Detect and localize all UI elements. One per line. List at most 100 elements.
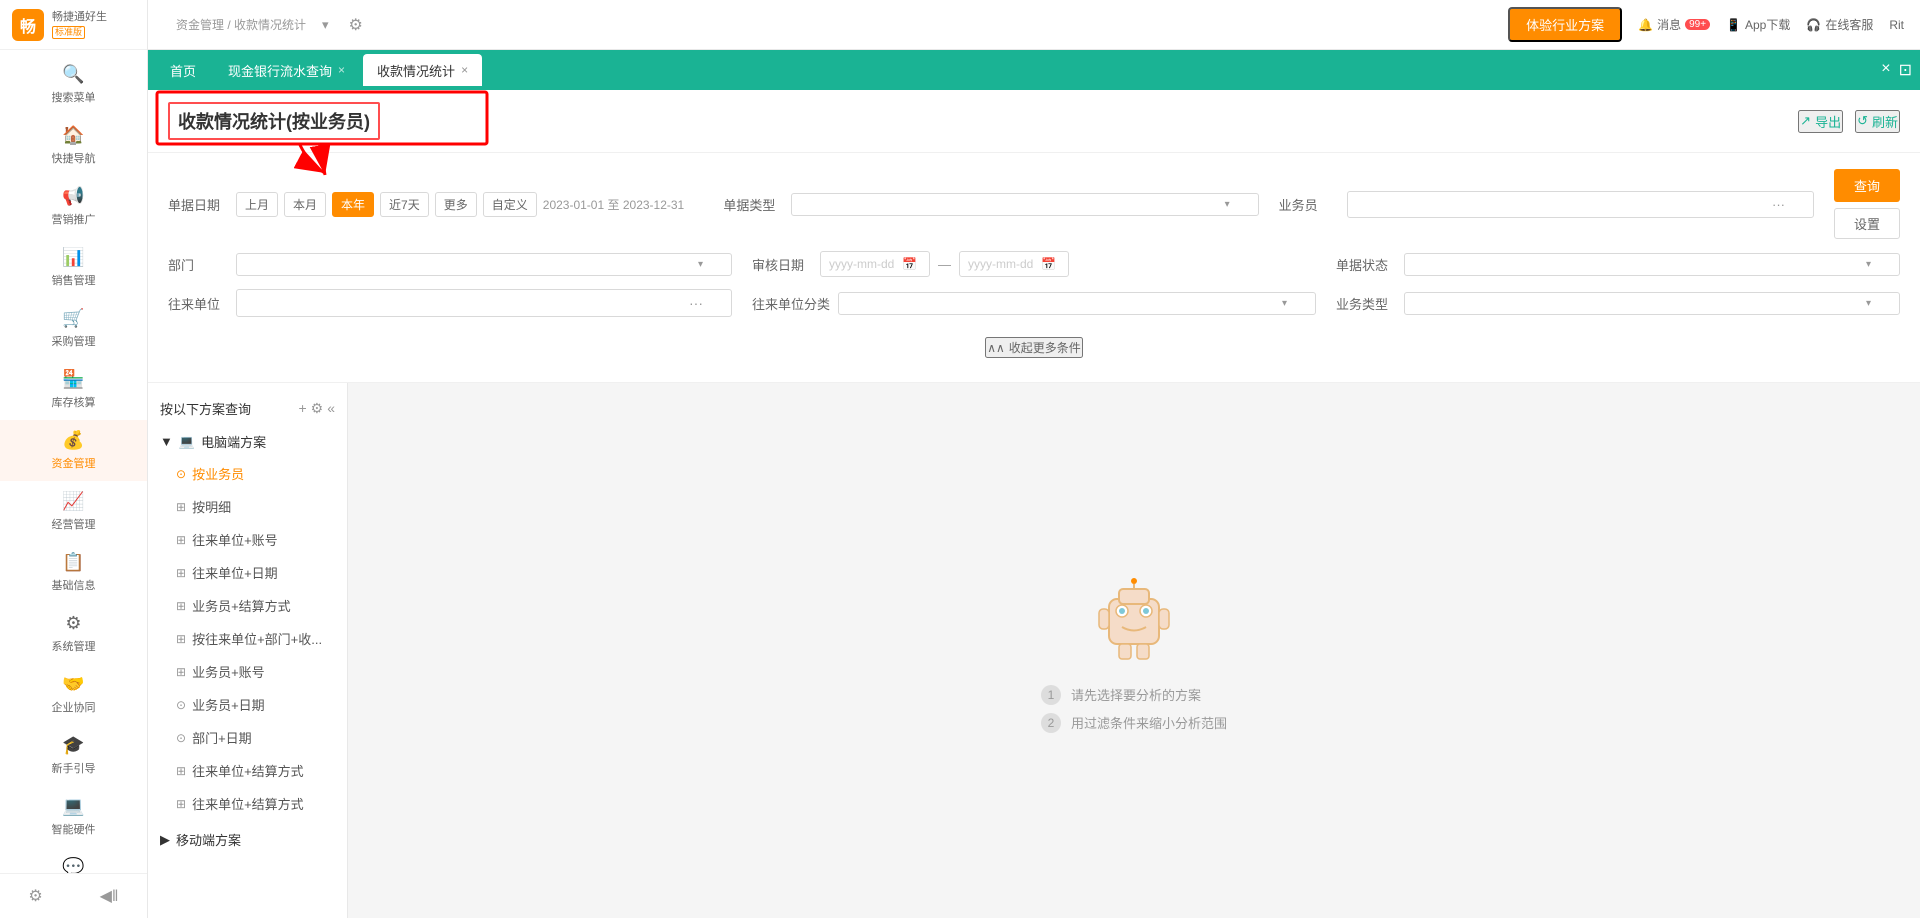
review-from-placeholder: yyyy-mm-dd [829,257,894,271]
wechat-icon: 💬 [62,857,84,873]
date-btn-7days[interactable]: 近7天 [380,192,429,217]
left-panel: 按以下方案查询 + ⚙ « ▼ 💻 电脑端方案 [148,383,348,918]
salesman-settle-icon: ⊞ [176,599,186,613]
empty-steps: 1 请先选择要分析的方案 2 用过滤条件来缩小分析范围 [1041,685,1227,733]
filter-counterpart-cat: 往来单位分类 ▾ [752,292,1316,315]
sidebar-item-search[interactable]: 🔍 搜索菜单 [0,54,147,115]
tab-receipt[interactable]: 收款情况统计 × [363,54,482,86]
tab-bank-label: 现金银行流水查询 [228,61,332,80]
date-btn-more[interactable]: 更多 [435,192,477,217]
date-btn-custom[interactable]: 自定义 [483,192,537,217]
sidebar-item-operations[interactable]: 📈 经营管理 [0,481,147,542]
settings-scheme-icon[interactable]: ⚙ [311,400,324,417]
sidebar-item-guide[interactable]: 🎓 新手引导 [0,725,147,786]
scheme-item-salesman-account[interactable]: ⊞ 业务员+账号 [148,655,347,688]
trial-btn[interactable]: 体验行业方案 [1508,7,1622,42]
settings-gear-icon[interactable]: ⚙ [349,15,363,35]
scheme-item-salesman-date[interactable]: ⊙ 业务员+日期 [148,688,347,721]
notification-btn[interactable]: 🔔 消息 99+ [1638,16,1710,33]
collapse-scheme-icon[interactable]: « [327,400,335,417]
page-title: 收款情况统计(按业务员) [168,102,380,140]
sidebar-item-system[interactable]: ⚙ 系统管理 [0,603,147,664]
scheme-group-desktop-title[interactable]: ▼ 💻 电脑端方案 [148,426,347,457]
sidebar-item-sales[interactable]: 📊 销售管理 [0,237,147,298]
filter-review-to[interactable]: yyyy-mm-dd 📅 [959,251,1069,277]
date-btn-last-month[interactable]: 上月 [236,192,278,217]
hardware-icon: 💻 [62,796,84,817]
filter-counterpart-cat-select[interactable]: ▾ [838,292,1316,315]
online-service-btn[interactable]: 🎧 在线客服 [1806,16,1873,33]
scheme-item-salesman-label: 按业务员 [192,464,244,483]
service-icon: 🎧 [1806,18,1821,32]
tab-bank[interactable]: 现金银行流水查询 × [214,54,359,86]
sidebar-item-enterprise[interactable]: 🤝 企业协同 [0,664,147,725]
review-to-placeholder: yyyy-mm-dd [968,257,1033,271]
tab-home[interactable]: 首页 [156,54,210,86]
tab-bank-close[interactable]: × [338,63,345,77]
date-btn-this-month[interactable]: 本月 [284,192,326,217]
filter-review-from[interactable]: yyyy-mm-dd 📅 [820,251,930,277]
dropdown-arrow[interactable]: ▾ [322,17,329,33]
dept-date-icon: ⊙ [176,731,186,745]
counterpart-cat-chevron-icon: ▾ [1282,298,1287,309]
tab-maximize-icon[interactable]: ⊡ [1899,60,1912,80]
export-icon: ↗ [1800,113,1811,129]
filter-salesman-select[interactable]: ··· [1347,191,1814,218]
scheme-item-detail-label: 按明细 [192,497,231,516]
counterpart-dots[interactable]: ··· [689,295,703,311]
settings-footer-icon[interactable]: ⚙ [24,882,46,910]
scheme-item-unit-dept-collect[interactable]: ⊞ 按往来单位+部门+收... [148,622,347,655]
scheme-item-unit-dept-label: 按往来单位+部门+收... [192,629,322,648]
right-main: 1 请先选择要分析的方案 2 用过滤条件来缩小分析范围 [348,383,1920,918]
app-download-btn[interactable]: 📱 App下载 [1726,16,1790,33]
sidebar-item-search-label: 搜索菜单 [52,89,96,105]
user-avatar[interactable]: Rit [1889,18,1904,32]
refresh-btn[interactable]: ↺ 刷新 [1855,110,1900,133]
collapse-sidebar-icon[interactable]: ◀‖ [96,882,123,910]
scheme-item-unit-date[interactable]: ⊞ 往来单位+日期 [148,556,347,589]
main-area: 资金管理 / 收款情况统计 ▾ ⚙ 体验行业方案 🔔 消息 99+ 📱 App下… [148,0,1920,918]
sidebar-item-basic[interactable]: 📋 基础信息 [0,542,147,603]
scheme-item-unit-account[interactable]: ⊞ 往来单位+账号 [148,523,347,556]
date-btn-this-year[interactable]: 本年 [332,192,374,217]
system-icon: ⚙ [65,613,81,634]
scheme-item-dept-date[interactable]: ⊙ 部门+日期 [148,721,347,754]
scheme-item-salesman-settle[interactable]: ⊞ 业务员+结算方式 [148,589,347,622]
tab-close-window-icon[interactable]: × [1881,60,1890,80]
sidebar-item-quicknav[interactable]: 🏠 快捷导航 [0,115,147,176]
filter-counterpart-select[interactable]: ··· [236,289,732,317]
sidebar-item-warehouse[interactable]: 🏪 库存核算 [0,359,147,420]
filter-biztype: 业务类型 ▾ [1336,292,1900,315]
add-scheme-icon[interactable]: + [298,400,306,417]
sidebar-item-hardware[interactable]: 💻 智能硬件 [0,786,147,847]
mobile-group-arrow: ▶ [160,832,170,848]
settings-button[interactable]: 设置 [1834,208,1900,239]
sidebar-item-wechat[interactable]: 💬 企业微信 [0,847,147,873]
scheme-item-by-detail[interactable]: ⊞ 按明细 [148,490,347,523]
sidebar-item-marketing[interactable]: 📢 营销推广 [0,176,147,237]
salesman-dots[interactable]: ··· [1772,197,1785,212]
salesman-account-icon: ⊞ [176,665,186,679]
collapse-btn[interactable]: ∧∧ 收起更多条件 [985,337,1083,358]
filter-review-label: 审核日期 [752,255,812,274]
query-button[interactable]: 查询 [1834,169,1900,202]
filter-row-1: 单据日期 上月 本月 本年 近7天 更多 自定义 2023-01-01 至 [168,169,1900,239]
filter-doctype-select[interactable]: ▾ [791,193,1258,216]
scheme-item-unit-settle-2-label: 往来单位+结算方式 [192,794,304,813]
filter-biztype-select[interactable]: ▾ [1404,292,1900,315]
scheme-item-unit-settle-2[interactable]: ⊞ 往来单位+结算方式 [148,787,347,820]
tab-receipt-close[interactable]: × [461,63,468,77]
scheme-group-mobile-title[interactable]: ▶ 移动端方案 [148,824,347,855]
biztype-chevron-icon: ▾ [1866,298,1871,309]
filter-panel: 单据日期 上月 本月 本年 近7天 更多 自定义 2023-01-01 至 [148,153,1920,383]
filter-counterpart-cat-wrapper: ▾ [838,292,1316,315]
scheme-item-unit-settle-1[interactable]: ⊞ 往来单位+结算方式 [148,754,347,787]
scheme-item-by-salesman[interactable]: ⊙ 按业务员 [148,457,347,490]
sidebar-item-enterprise-label: 企业协同 [52,699,96,715]
empty-step-2-label: 用过滤条件来缩小分析范围 [1071,713,1227,732]
export-btn[interactable]: ↗ 导出 [1798,110,1843,133]
filter-dept-select[interactable]: ▾ [236,253,732,276]
filter-docstatus-select[interactable]: ▾ [1404,253,1900,276]
sidebar-item-finance[interactable]: 💰 资金管理 [0,420,147,481]
sidebar-item-purchase[interactable]: 🛒 采购管理 [0,298,147,359]
